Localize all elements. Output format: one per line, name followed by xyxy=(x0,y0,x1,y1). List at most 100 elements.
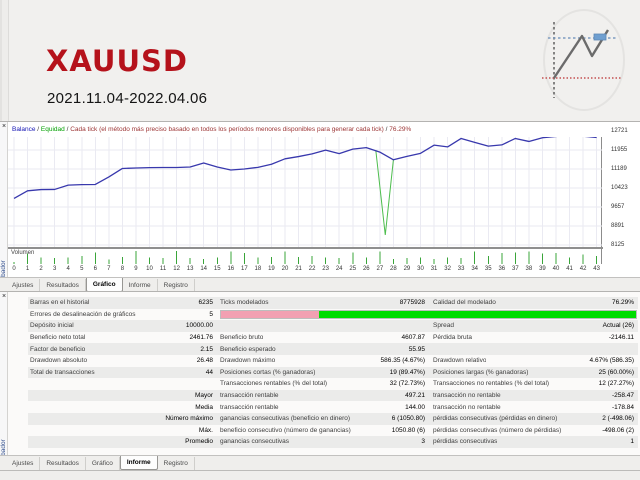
report-row: Depósito inicial 10000.00 Spread Actual (26… xyxy=(28,320,638,332)
x-tick-label: 7 xyxy=(107,266,111,272)
stat-pair: Depósito inicial 10000.00 xyxy=(28,320,213,332)
x-tick-label: 24 xyxy=(335,266,343,272)
stat-value: 2 (-498.06) xyxy=(602,415,634,423)
x-tick-label: 3 xyxy=(52,266,57,272)
x-tick-label: 18 xyxy=(254,266,262,272)
stat-pair: Transacciones no rentables (% del total)… xyxy=(433,378,636,390)
stat-pair: Promedio xyxy=(28,436,213,448)
left-edge-divider xyxy=(0,0,9,121)
modelling-quality-bar xyxy=(220,309,637,319)
x-tick-label: 35 xyxy=(484,266,492,272)
stat-pair: Drawdown máximo 586.35 (4.67%) xyxy=(220,355,425,367)
stat-label: pérdidas consecutivas xyxy=(433,438,498,446)
stat-pair: pérdidas consecutivas (pérdidas en diner… xyxy=(433,413,636,425)
report-row: Mayor transacción rentable 497.21 transacci… xyxy=(28,389,638,402)
stat-pair: pérdidas consecutivas (número de pérdida… xyxy=(433,425,636,437)
stat-value: 6235 xyxy=(198,299,213,307)
stat-pair xyxy=(28,378,213,390)
stat-label: Calidad del modelado xyxy=(433,299,496,307)
stat-value: 32 (72.73%) xyxy=(389,380,425,388)
report-row: Barras en el historial 6235 Ticks modelado… xyxy=(28,297,638,309)
stat-value: Promedio xyxy=(185,438,213,446)
x-tick-label: 28 xyxy=(390,266,397,272)
stat-value: 12 (27.27%) xyxy=(598,380,634,388)
x-tick-label: 38 xyxy=(525,266,533,272)
tab-resultados[interactable]: Resultados xyxy=(40,457,86,470)
tab-informe[interactable]: Informe xyxy=(119,456,158,470)
y-tick-label: 8891 xyxy=(611,223,625,229)
stat-value: 19 (89.47%) xyxy=(389,368,425,376)
x-tick-label: 17 xyxy=(241,266,248,272)
stat-pair: Beneficio esperado 55.95 xyxy=(220,343,425,355)
x-tick-label: 29 xyxy=(403,266,411,272)
x-tick-label: 27 xyxy=(376,266,384,272)
x-tick-label: 43 xyxy=(593,266,600,272)
stat-pair: Beneficio neto total 2461.76 xyxy=(28,332,213,344)
quality-bar-missing-segment xyxy=(221,310,320,318)
stat-label: transacción no rentable xyxy=(433,392,501,400)
stat-value: 497.21 xyxy=(405,392,425,400)
x-tick-label: 14 xyxy=(200,266,208,272)
stat-pair: transacción no rentable -178.84 xyxy=(433,401,636,413)
legend-equity: Equidad xyxy=(40,126,65,133)
stat-value: 25 (60.00%) xyxy=(598,368,634,376)
y-axis-labels: 12721 11955 11189 10423 9657 8891 8125 xyxy=(604,128,640,248)
stat-value: 4.67% (586.35) xyxy=(589,357,634,365)
tab-registro[interactable]: Registro xyxy=(158,457,195,470)
stat-value: Actual (26) xyxy=(602,322,634,330)
x-tick-label: 20 xyxy=(281,266,289,272)
stat-pair: Spread Actual (26) xyxy=(433,320,636,332)
stat-label: Spread xyxy=(433,322,454,330)
stat-label: transacción no rentable xyxy=(433,403,501,411)
x-tick-label: 42 xyxy=(579,266,587,272)
stat-label: Total de transacciones xyxy=(30,368,95,376)
x-tick-label: 25 xyxy=(349,266,357,272)
tab-grfico[interactable]: Gráfico xyxy=(86,457,120,470)
report-row: Transacciones rentables (% del total) 32 … xyxy=(28,378,638,390)
stat-value: -498.06 (2) xyxy=(602,426,634,434)
x-tick-label: 11 xyxy=(159,266,167,272)
tab-grfico[interactable]: Gráfico xyxy=(85,278,123,292)
x-axis-labels: 0 1 2 3 4 5 6 7 8 9 10 11 12 13 14 15 16 17 18 19 20 21 22 23 24… xyxy=(8,265,608,274)
x-tick-label: 33 xyxy=(457,266,465,272)
x-tick-label: 37 xyxy=(512,266,519,272)
x-tick-label: 0 xyxy=(12,266,16,272)
report-row: Número máximo ganancias consecutivas (ben… xyxy=(28,412,638,425)
stat-label: Drawdown absoluto xyxy=(30,357,88,365)
stat-value: 5 xyxy=(209,310,213,318)
stat-pair: Errores de desalineación de gráficos 5 xyxy=(28,309,213,321)
x-tick-label: 36 xyxy=(498,266,506,272)
symbol-title: XAUUSD xyxy=(46,44,188,78)
x-tick-label: 10 xyxy=(146,266,153,272)
chart-logo-icon xyxy=(542,9,625,111)
stat-pair: Ticks modelados 8775928 xyxy=(220,297,425,309)
stat-label: ganancias consecutivas xyxy=(220,438,290,446)
x-tick-label: 22 xyxy=(308,266,316,272)
report-row: Total de transacciones 44 Posiciones corta… xyxy=(28,366,638,379)
stat-pair: transacción rentable 497.21 xyxy=(220,390,425,402)
x-tick-label: 30 xyxy=(417,266,424,272)
stat-pair: Barras en el historial 6235 xyxy=(28,297,213,309)
stat-pair: Posiciones cortas (% ganadoras) 19 (89.47… xyxy=(220,367,425,379)
stat-label: Posiciones largas (% ganadoras) xyxy=(433,368,529,376)
tab-ajustes[interactable]: Ajustes xyxy=(6,457,41,470)
volume-label: Volumen xyxy=(11,250,35,256)
close-icon[interactable]: × xyxy=(0,293,8,301)
stat-pair: transacción rentable 144.00 xyxy=(220,401,425,413)
stat-label: Pérdida bruta xyxy=(433,334,473,342)
stat-value: 4607.87 xyxy=(401,334,426,342)
stat-pair: Drawdown relativo 4.67% (586.35) xyxy=(433,355,636,367)
stat-label: Posiciones cortas (% ganadoras) xyxy=(220,368,316,376)
close-icon[interactable]: × xyxy=(0,123,8,131)
report-row: Drawdown absoluto 26.48 Drawdown máximo 586… xyxy=(28,354,638,367)
stat-value: -178.84 xyxy=(611,403,634,411)
tester-report-panel: × Probador Barras en el historial 6235 Tic… xyxy=(0,291,640,470)
x-tick-label: 4 xyxy=(66,266,70,272)
report-row: Beneficio neto total 2461.76 Beneficio bru… xyxy=(28,331,638,344)
balance-chart xyxy=(8,137,602,247)
stat-pair: Factor de beneficio 2.15 xyxy=(28,343,213,355)
stat-pair: Máx. xyxy=(28,425,213,437)
stat-value: 3 xyxy=(421,438,425,446)
stat-value: -258.47 xyxy=(611,392,634,400)
x-tick-label: 32 xyxy=(444,266,451,272)
